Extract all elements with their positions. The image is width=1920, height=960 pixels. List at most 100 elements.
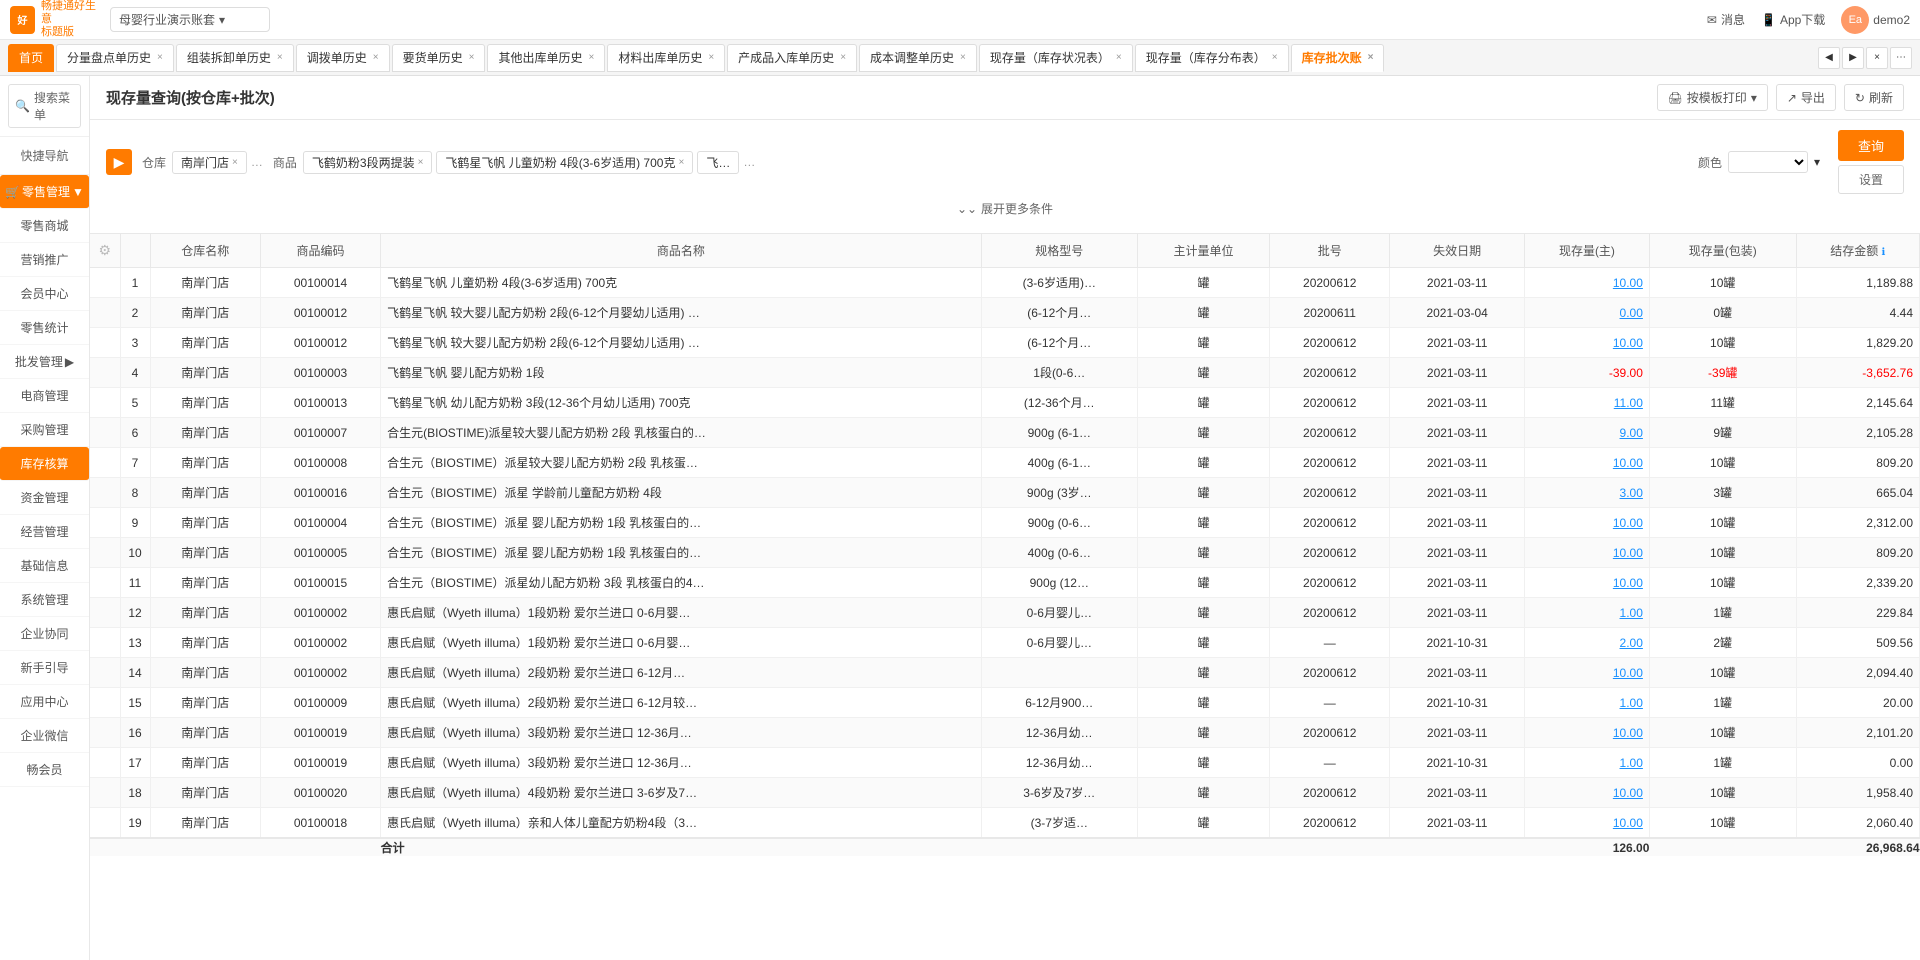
search-menu-box[interactable]: 🔍 搜索菜单 (8, 84, 81, 128)
cell-qty-main-8[interactable]: 10.00 (1524, 508, 1649, 538)
sidebar-item-enterprise-wechat[interactable]: 企业微信 (0, 719, 89, 753)
product-tag-more[interactable]: 飞… (697, 151, 739, 174)
sidebar-item-member[interactable]: 畅会员 (0, 753, 89, 787)
cell-warehouse-7: 南岸门店 (150, 478, 260, 508)
cell-qty-main-2[interactable]: 10.00 (1524, 328, 1649, 358)
color-select[interactable] (1728, 151, 1808, 173)
tab-close-7[interactable]: × (840, 52, 846, 63)
user-profile[interactable]: Ea demo2 (1841, 6, 1910, 34)
tab-close-6[interactable]: × (708, 52, 714, 63)
sidebar-item-finance[interactable]: 资金管理 (0, 481, 89, 515)
tab-7[interactable]: 产成品入库单历史 × (727, 44, 857, 72)
cell-unit-4: 罐 (1137, 388, 1269, 418)
settings-icon[interactable]: ⚙ (98, 242, 111, 258)
cell-qty-main-11[interactable]: 1.00 (1524, 598, 1649, 628)
sidebar-item-retail-stats[interactable]: 零售统计 (0, 311, 89, 345)
tab-6[interactable]: 材料出库单历史 × (607, 44, 725, 72)
table-row: 6 南岸门店 00100007 合生元(BIOSTIME)派星较大婴儿配方奶粉 … (90, 418, 1920, 448)
cell-qty-main-13[interactable]: 10.00 (1524, 658, 1649, 688)
sidebar-item-marketing[interactable]: 营销推广 (0, 243, 89, 277)
sidebar-quick-nav[interactable]: 快捷导航 (0, 137, 89, 175)
tab-close-11[interactable]: × (1368, 52, 1374, 63)
query-btn[interactable]: 查询 (1838, 130, 1904, 161)
account-selector[interactable]: 母婴行业演示账套 ▾ (110, 7, 270, 32)
sidebar-item-ecommerce[interactable]: 电商管理 (0, 379, 89, 413)
sidebar-item-retail-mgmt[interactable]: 🛒 零售管理 ▼ (0, 175, 89, 209)
tab-close-all-btn[interactable]: × (1866, 47, 1888, 69)
tab-close-5[interactable]: × (588, 52, 594, 63)
sidebar-search[interactable]: 🔍 搜索菜单 (0, 76, 89, 137)
tab-4[interactable]: 要货单历史 × (392, 44, 486, 72)
sidebar-item-guide[interactable]: 新手引导 (0, 651, 89, 685)
export-btn[interactable]: ↗ 导出 (1776, 84, 1836, 111)
tab-10[interactable]: 现存量（库存分布表） × (1135, 44, 1289, 72)
tab-next-btn[interactable]: ▶ (1842, 47, 1864, 69)
cell-qty-main-0[interactable]: 10.00 (1524, 268, 1649, 298)
tab-close-8[interactable]: × (960, 52, 966, 63)
tab-close-10[interactable]: × (1272, 52, 1278, 63)
cell-batch-10: 20200612 (1270, 568, 1390, 598)
tab-2[interactable]: 组装拆卸单历史 × (176, 44, 294, 72)
cell-qty-main-14[interactable]: 1.00 (1524, 688, 1649, 718)
sidebar-item-basic-info[interactable]: 基础信息 (0, 549, 89, 583)
tab-prev-btn[interactable]: ◀ (1818, 47, 1840, 69)
sidebar-item-purchase[interactable]: 采购管理 (0, 413, 89, 447)
product-tag-1-close[interactable]: × (678, 157, 684, 168)
cell-qty-main-17[interactable]: 10.00 (1524, 778, 1649, 808)
cell-qty-main-10[interactable]: 10.00 (1524, 568, 1649, 598)
message-btn[interactable]: ✉ 消息 (1707, 11, 1745, 28)
product-tag-1[interactable]: 飞鹤星飞帆 儿童奶粉 4段(3-6岁适用) 700克 × (436, 151, 693, 174)
tab-3[interactable]: 调拨单历史 × (296, 44, 390, 72)
cell-qty-main-4[interactable]: 11.00 (1524, 388, 1649, 418)
tab-close-9[interactable]: × (1116, 52, 1122, 63)
setting-btn[interactable]: 设置 (1838, 165, 1904, 194)
app-download-btn[interactable]: 📱 App下载 (1761, 11, 1825, 28)
expand-icon: ⌄⌄ (957, 202, 977, 216)
tab-menu-btn[interactable]: ⋯ (1890, 47, 1912, 69)
cell-expire-17: 2021-03-11 (1390, 778, 1525, 808)
warehouse-tag[interactable]: 南岸门店 × (172, 151, 247, 174)
cell-unit-15: 罐 (1137, 718, 1269, 748)
tab-home[interactable]: 首页 (8, 44, 54, 72)
tab-11[interactable]: 库存批次账 × (1291, 44, 1385, 72)
tab-close-4[interactable]: × (469, 52, 475, 63)
cell-qty-main-1[interactable]: 0.00 (1524, 298, 1649, 328)
sidebar-item-inventory[interactable]: 库存核算 (0, 447, 89, 481)
filter-expand-btn[interactable]: ▶ (106, 149, 132, 175)
tab-close-2[interactable]: × (277, 52, 283, 63)
tab-close-1[interactable]: × (157, 52, 163, 63)
tab-9[interactable]: 现存量（库存状况表） × (979, 44, 1133, 72)
sidebar-item-member-center[interactable]: 会员中心 (0, 277, 89, 311)
col-settings[interactable]: ⚙ (90, 234, 120, 268)
warehouse-more-dots[interactable]: … (251, 155, 263, 169)
sidebar-item-app-center[interactable]: 应用中心 (0, 685, 89, 719)
tab-5[interactable]: 其他出库单历史 × (487, 44, 605, 72)
sidebar-item-system[interactable]: 系统管理 (0, 583, 89, 617)
sidebar-item-retail-shop[interactable]: 零售商城 (0, 209, 89, 243)
product-tag-0[interactable]: 飞鹤奶粉3段两提装 × (303, 151, 433, 174)
cell-qty-main-16[interactable]: 1.00 (1524, 748, 1649, 778)
cell-qty-main-5[interactable]: 9.00 (1524, 418, 1649, 448)
product-more-dots[interactable]: … (743, 155, 755, 169)
tab-8[interactable]: 成本调整单历史 × (859, 44, 977, 72)
cell-qty-main-18[interactable]: 10.00 (1524, 808, 1649, 839)
cell-qty-main-9[interactable]: 10.00 (1524, 538, 1649, 568)
sidebar-item-operations[interactable]: 经营管理 (0, 515, 89, 549)
refresh-btn[interactable]: ↻ 刷新 (1844, 84, 1904, 111)
tab-1[interactable]: 分量盘点单历史 × (56, 44, 174, 72)
cell-qty-main-7[interactable]: 3.00 (1524, 478, 1649, 508)
cell-code-15: 00100019 (260, 718, 380, 748)
logo-text: 畅捷通好生意 标题版 (41, 0, 100, 39)
warehouse-tag-close[interactable]: × (232, 157, 238, 168)
cell-qty-main-6[interactable]: 10.00 (1524, 448, 1649, 478)
print-btn[interactable]: 🖨 按模板打印 ▾ (1657, 84, 1768, 111)
cell-spec-2: (6-12个月… (981, 328, 1137, 358)
cell-qty-main-12[interactable]: 2.00 (1524, 628, 1649, 658)
product-tag-0-close[interactable]: × (418, 157, 424, 168)
cell-qty-main-15[interactable]: 10.00 (1524, 718, 1649, 748)
sidebar-item-enterprise-collab[interactable]: 企业协同 (0, 617, 89, 651)
cell-qty-main-3[interactable]: -39.00 (1524, 358, 1649, 388)
tab-close-3[interactable]: × (373, 52, 379, 63)
sidebar-item-wholesale[interactable]: 批发管理 ▶ (0, 345, 89, 379)
expand-more-conditions[interactable]: ⌄⌄ 展开更多条件 (106, 194, 1904, 223)
